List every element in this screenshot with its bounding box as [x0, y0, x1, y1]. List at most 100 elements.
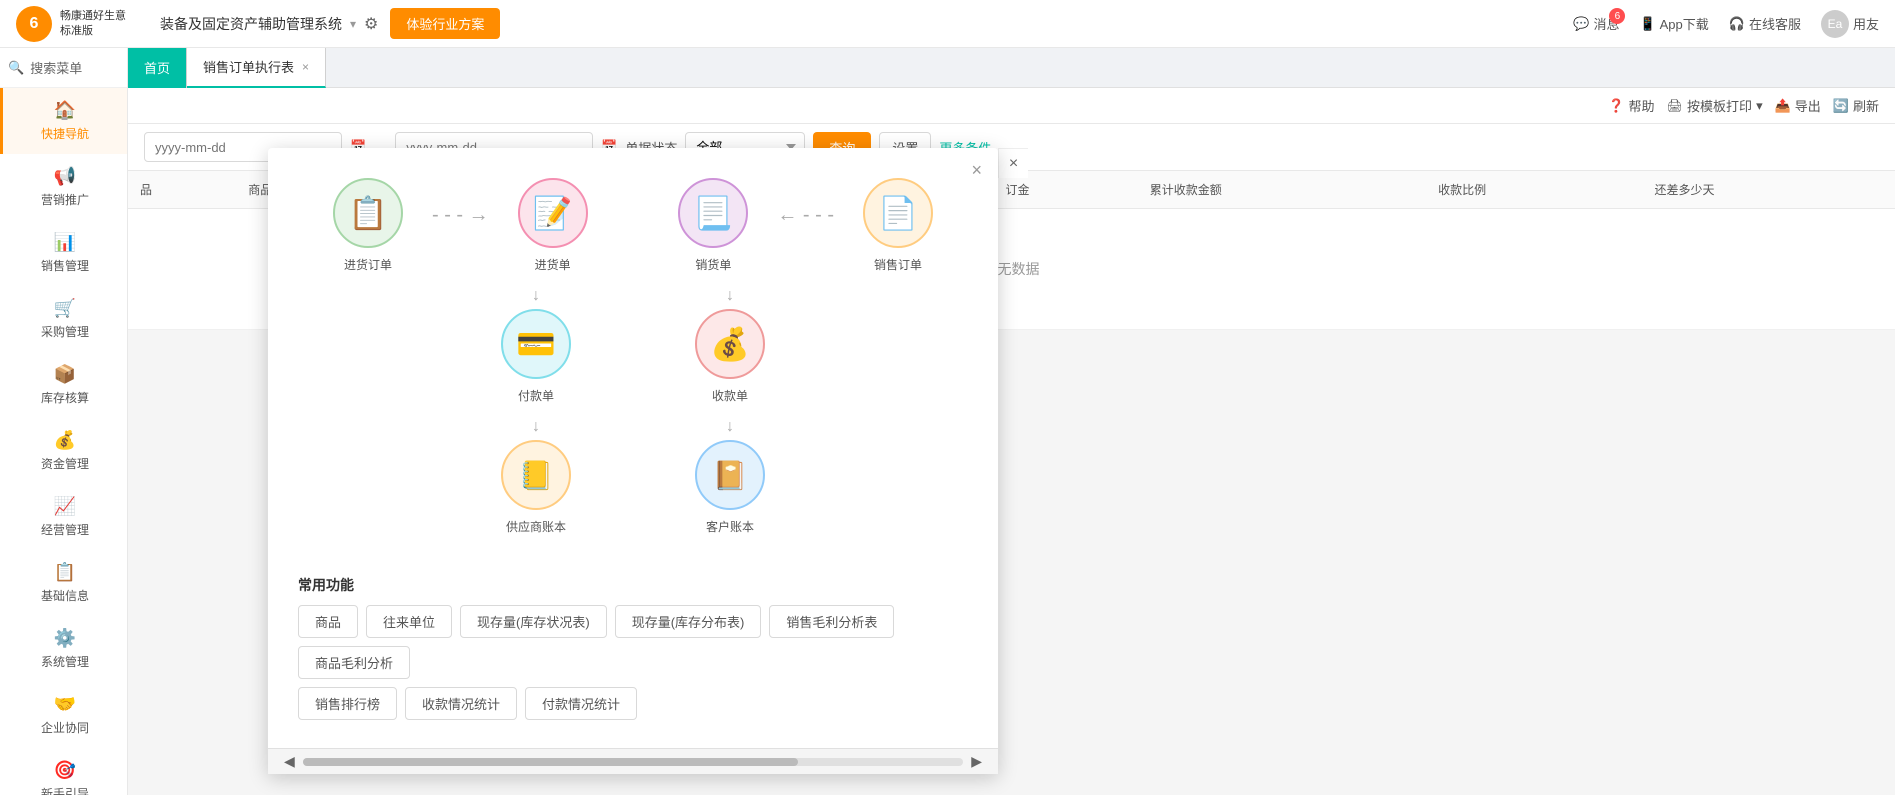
modal-close-button[interactable]: ×	[971, 160, 982, 181]
down-arrows-row: ↓ ↓	[308, 283, 958, 309]
system-icon: ⚙️	[54, 628, 76, 649]
download-icon: 📱	[1639, 16, 1655, 32]
scroll-bar-area: ◀ ▶	[268, 748, 998, 774]
top-bar: 6 畅康通好生意 标准版 装备及固定资产辅助管理系统 ▾ ⚙ 体验行业方案 💬 …	[0, 0, 1895, 48]
enterprise-icon: 🤝	[54, 694, 76, 715]
marketing-icon: 📢	[54, 166, 76, 187]
avatar: Ea	[1821, 10, 1849, 38]
tab-sales-exec-close[interactable]: ×	[302, 60, 309, 74]
arrow-1: - - - →	[428, 204, 493, 227]
guide-label: 新手引导	[41, 785, 89, 795]
func-btn-5[interactable]: 商品毛利分析	[298, 646, 410, 679]
content-area: 首页销售订单执行表× ❓ 帮助 🖨 按模板打印 ▾	[128, 48, 1895, 795]
tab-home[interactable]: 首页	[128, 48, 187, 88]
tab-sales-exec[interactable]: 销售订单执行表×	[187, 48, 326, 88]
payment-label: 付款单	[518, 387, 554, 404]
flow-node-receipt[interactable]: 💰 收款单	[670, 309, 790, 404]
flow-modal: × 📋 进货订单	[268, 148, 998, 774]
func-btn-2[interactable]: 现存量(库存状况表)	[460, 605, 607, 638]
sidebar-item-sales[interactable]: 📊 销售管理	[0, 220, 127, 286]
flow-node-sales-bill[interactable]: 📃 销货单	[653, 178, 773, 273]
sales-bill-icon: 📃	[678, 178, 748, 248]
func-btn-4[interactable]: 销售毛利分析表	[769, 605, 894, 638]
sidebar-item-quick-nav[interactable]: 🏠 快捷导航	[0, 88, 127, 154]
scroll-right-arrow[interactable]: ▶	[971, 753, 982, 770]
down-arrow-payment: ↓	[476, 418, 596, 436]
flow-node-payment[interactable]: 💳 付款单	[476, 309, 596, 404]
logo-text: 畅康通好生意 标准版	[60, 9, 126, 38]
receipt-icon: 💰	[695, 309, 765, 379]
sidebar-search-area: 🔍 搜索菜单	[0, 48, 127, 88]
func-btn-1[interactable]: 往来单位	[366, 605, 452, 638]
flow-node-customer-ledger[interactable]: 📔 客户账本	[670, 440, 790, 535]
modal-overlay: × 📋 进货订单	[128, 88, 1895, 795]
basic-icon: 📋	[54, 562, 76, 583]
scroll-thumb	[303, 758, 798, 766]
func-btn-3[interactable]: 现存量(库存分布表)	[615, 605, 762, 638]
logo-area: 6 畅康通好生意 标准版	[16, 6, 144, 42]
chevron-down-icon[interactable]: ▾	[350, 17, 356, 31]
common-funcs-title: 常用功能	[298, 575, 968, 595]
flow-node-purchase-order[interactable]: 📋 进货订单	[308, 178, 428, 273]
sidebar-search-button[interactable]: 🔍 搜索菜单	[8, 58, 119, 77]
sales-label: 销售管理	[41, 257, 89, 274]
flow-node-purchase-bill[interactable]: 📝 进货单	[493, 178, 613, 273]
guide-icon: 🎯	[54, 760, 76, 781]
content-body: ❓ 帮助 🖨 按模板打印 ▾ 📤 导出 🔄	[128, 88, 1895, 795]
gear-icon[interactable]: ⚙	[364, 14, 378, 34]
app-wrapper: 6 畅康通好生意 标准版 装备及固定资产辅助管理系统 ▾ ⚙ 体验行业方案 💬 …	[0, 0, 1895, 795]
sidebar-item-system[interactable]: ⚙️ 系统管理	[0, 616, 127, 682]
quick-nav-icon: 🏠	[54, 100, 76, 121]
online-service-button[interactable]: 🎧 在线客服	[1729, 14, 1801, 33]
quick-nav-label: 快捷导航	[41, 125, 89, 142]
search-icon: 🔍	[8, 60, 24, 76]
user-menu[interactable]: Ea 用友	[1821, 10, 1879, 38]
func-btn-7[interactable]: 收款情况统计	[405, 687, 517, 720]
message-icon: 💬	[1573, 16, 1589, 32]
tab-bar: 首页销售订单执行表×	[128, 48, 1895, 88]
purchase-order-icon: 📋	[333, 178, 403, 248]
func-btn-8[interactable]: 付款情况统计	[525, 687, 637, 720]
message-button[interactable]: 💬 消息 6	[1573, 14, 1619, 33]
purchase-icon: 🛒	[54, 298, 76, 319]
system-selector: 装备及固定资产辅助管理系统 ▾	[160, 14, 356, 34]
down-arrow-purchase: ↓	[476, 287, 596, 305]
finance-label: 资金管理	[41, 455, 89, 472]
scroll-left-arrow[interactable]: ◀	[284, 753, 295, 770]
logo-icon: 6	[16, 6, 52, 42]
down-arrow-receipt: ↓	[670, 418, 790, 436]
sidebar-item-purchase[interactable]: 🛒 采购管理	[0, 286, 127, 352]
scroll-track[interactable]	[303, 758, 963, 766]
down-arrow-sales: ↓	[670, 287, 790, 305]
top-right: 💬 消息 6 📱 App下载 🎧 在线客服 Ea 用友	[1573, 10, 1879, 38]
sidebar: 🔍 搜索菜单 🏠 快捷导航📢 营销推广📊 销售管理🛒 采购管理📦 库存核算💰	[0, 48, 128, 795]
sidebar-item-finance[interactable]: 💰 资金管理	[0, 418, 127, 484]
func-btn-6[interactable]: 销售排行榜	[298, 687, 397, 720]
func-btn-0[interactable]: 商品	[298, 605, 358, 638]
receipt-label: 收款单	[712, 387, 748, 404]
trial-button[interactable]: 体验行业方案	[390, 8, 500, 39]
flow-node-sales-order[interactable]: 📄 销售订单	[838, 178, 958, 273]
modal-top-close-button[interactable]: ×	[998, 148, 1028, 178]
sidebar-item-marketing[interactable]: 📢 营销推广	[0, 154, 127, 220]
supplier-ledger-label: 供应商账本	[506, 518, 566, 535]
sidebar-item-basic[interactable]: 📋 基础信息	[0, 550, 127, 616]
flow-node-supplier-ledger[interactable]: 📒 供应商账本	[476, 440, 596, 535]
basic-label: 基础信息	[41, 587, 89, 604]
sales-icon: 📊	[54, 232, 76, 253]
sidebar-item-guide[interactable]: 🎯 新手引导	[0, 748, 127, 795]
customer-ledger-label: 客户账本	[706, 518, 754, 535]
marketing-label: 营销推广	[41, 191, 89, 208]
customer-ledger-icon: 📔	[695, 440, 765, 510]
app-download-button[interactable]: 📱 App下载	[1639, 14, 1708, 33]
main-area: 🔍 搜索菜单 🏠 快捷导航📢 营销推广📊 销售管理🛒 采购管理📦 库存核算💰	[0, 48, 1895, 795]
sales-bill-label: 销货单	[695, 256, 731, 273]
purchase-label: 采购管理	[41, 323, 89, 340]
sidebar-item-operation[interactable]: 📈 经营管理	[0, 484, 127, 550]
arrow-2: ← - - -	[773, 204, 838, 227]
sidebar-item-inventory[interactable]: 📦 库存核算	[0, 352, 127, 418]
sidebar-item-enterprise[interactable]: 🤝 企业协同	[0, 682, 127, 748]
purchase-bill-icon: 📝	[518, 178, 588, 248]
flow-row-3: 📒 供应商账本 📔 客户账本	[308, 440, 958, 535]
message-badge: 6	[1609, 8, 1625, 24]
